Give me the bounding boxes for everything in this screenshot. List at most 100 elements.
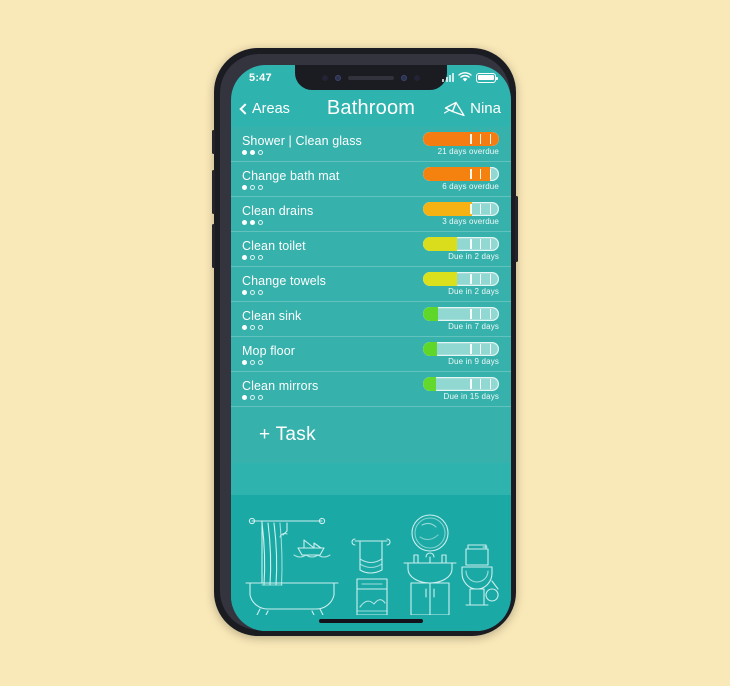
task-row[interactable]: Mop floor Due in 9 days: [231, 337, 511, 372]
task-status: 21 days overdue: [423, 131, 499, 157]
task-progress-ticks: [423, 377, 499, 391]
priority-dot-empty: [258, 325, 263, 330]
volume-up-button[interactable]: [212, 170, 215, 214]
user-profile-button[interactable]: Nina: [443, 99, 501, 119]
task-status: Due in 7 days: [423, 306, 499, 332]
back-button-label: Areas: [252, 100, 290, 117]
task-row[interactable]: Clean mirrors Due in 15 days: [231, 372, 511, 407]
task-name-label: Shower | Clean glass: [242, 133, 362, 148]
priority-dot-empty: [258, 220, 263, 225]
task-info: Change bath mat: [242, 169, 339, 190]
priority-dot-empty: [258, 255, 263, 260]
status-time: 5:47: [249, 71, 272, 84]
add-task-button[interactable]: + Task: [259, 424, 316, 446]
priority-dot-filled: [242, 184, 247, 190]
task-due-label: Due in 7 days: [448, 321, 499, 331]
task-name-label: Clean toilet: [242, 238, 306, 253]
task-status: Due in 9 days: [423, 341, 499, 367]
task-progress-pill[interactable]: [423, 131, 499, 146]
priority-dot-filled: [250, 219, 255, 225]
task-progress-ticks: [423, 307, 499, 321]
priority-dot-empty: [250, 185, 255, 190]
task-progress-pill[interactable]: [423, 236, 499, 251]
task-due-label: Due in 2 days: [448, 251, 499, 261]
priority-dot-empty: [258, 395, 263, 400]
priority-dot-empty: [258, 150, 263, 155]
task-progress-pill[interactable]: [423, 376, 499, 391]
priority-dot-empty: [250, 395, 255, 400]
priority-dot-filled: [242, 219, 247, 225]
task-name-label: Clean drains: [242, 203, 314, 218]
signal-bars-icon: [442, 73, 454, 82]
task-priority-dots: [242, 254, 306, 260]
priority-dot-empty: [250, 325, 255, 330]
navigation-bar: Areas Bathroom Nina: [231, 90, 511, 127]
task-priority-dots: [242, 324, 301, 330]
volume-down-button[interactable]: [212, 224, 215, 268]
phone-screen: 5:47 Areas Bathroom Nina Shower | Clean …: [231, 65, 511, 631]
task-progress-ticks: [423, 342, 499, 356]
task-info: Clean toilet: [242, 239, 306, 260]
task-priority-dots: [242, 149, 362, 155]
bathroom-line-art-illustration: [231, 495, 511, 631]
task-name-label: Change towels: [242, 273, 326, 288]
battery-full-icon: [476, 72, 498, 83]
task-row[interactable]: Change towels Due in 2 days: [231, 267, 511, 302]
task-row[interactable]: Clean sink Due in 7 days: [231, 302, 511, 337]
task-due-label: Due in 15 days: [443, 391, 499, 401]
task-progress-pill[interactable]: [423, 306, 499, 321]
task-progress-ticks: [423, 202, 499, 216]
task-list: Shower | Clean glass 21 days overdue Chang…: [231, 127, 511, 407]
task-status: 3 days overdue: [423, 201, 499, 227]
task-progress-pill[interactable]: [423, 166, 499, 181]
task-progress-pill[interactable]: [423, 201, 499, 216]
silent-switch-button[interactable]: [212, 130, 215, 154]
priority-dot-filled: [242, 394, 247, 400]
priority-dot-empty: [258, 360, 263, 365]
task-name-label: Change bath mat: [242, 168, 340, 183]
task-row[interactable]: Clean drains 3 days overdue: [231, 197, 511, 232]
task-name-label: Mop floor: [242, 343, 296, 358]
task-info: Clean sink: [242, 309, 301, 330]
status-icons-group: [442, 72, 498, 83]
priority-dot-empty: [250, 290, 255, 295]
task-status: 6 days overdue: [423, 166, 499, 192]
power-button[interactable]: [515, 196, 518, 262]
priority-dot-empty: [258, 290, 263, 295]
task-row[interactable]: Clean toilet Due in 2 days: [231, 232, 511, 267]
task-name-label: Clean mirrors: [242, 378, 319, 393]
task-progress-pill[interactable]: [423, 341, 499, 356]
task-priority-dots: [242, 219, 313, 225]
task-priority-dots: [242, 184, 339, 190]
priority-dot-filled: [242, 254, 247, 260]
origami-bird-icon: [444, 101, 465, 116]
task-info: Mop floor: [242, 344, 295, 365]
status-bar: 5:47: [231, 65, 511, 90]
user-name-label: Nina: [470, 100, 501, 117]
task-progress-ticks: [423, 167, 499, 181]
priority-dot-filled: [242, 324, 247, 330]
priority-dot-empty: [250, 360, 255, 365]
home-indicator[interactable]: [319, 619, 423, 623]
task-priority-dots: [242, 359, 295, 365]
task-progress-ticks: [423, 272, 499, 286]
task-status: Due in 2 days: [423, 271, 499, 297]
phone-device-frame: 5:47 Areas Bathroom Nina Shower | Clean …: [212, 48, 518, 636]
back-to-areas-button[interactable]: Areas: [239, 101, 290, 117]
chevron-left-icon: [239, 102, 251, 115]
task-due-label: 6 days overdue: [442, 181, 499, 191]
priority-dot-filled: [242, 289, 247, 295]
task-row[interactable]: Change bath mat 6 days overdue: [231, 162, 511, 197]
task-due-label: Due in 2 days: [448, 286, 499, 296]
task-info: Shower | Clean glass: [242, 134, 362, 155]
page-title: Bathroom: [326, 97, 416, 119]
task-info: Clean mirrors: [242, 379, 318, 400]
task-progress-ticks: [423, 132, 499, 146]
task-status: Due in 15 days: [423, 376, 499, 402]
priority-dot-filled: [242, 149, 247, 155]
task-row[interactable]: Shower | Clean glass 21 days overdue: [231, 127, 511, 162]
task-priority-dots: [242, 394, 318, 400]
task-progress-pill[interactable]: [423, 271, 499, 286]
task-name-label: Clean sink: [242, 308, 302, 323]
task-due-label: 3 days overdue: [442, 216, 499, 226]
